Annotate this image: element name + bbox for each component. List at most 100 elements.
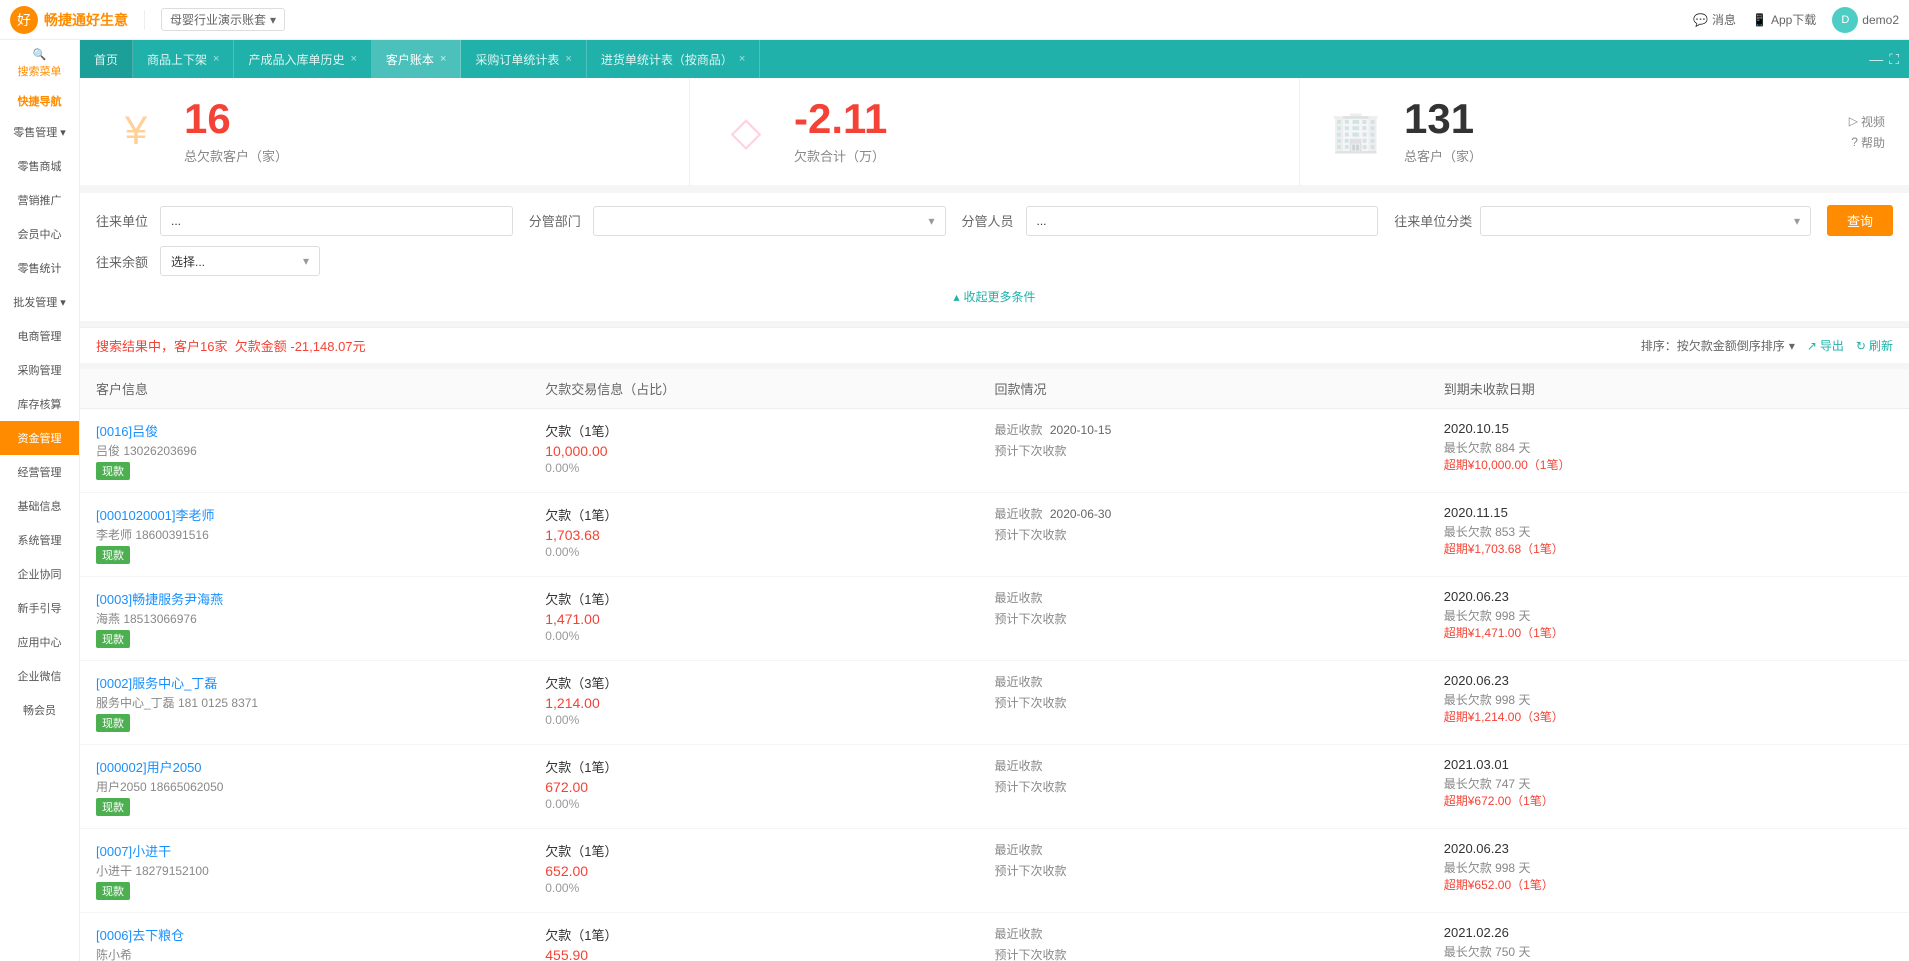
sidebar-item-marketing[interactable]: 营销推广 — [0, 183, 79, 217]
sidebar-item-sys-mgmt[interactable]: 系统管理 — [0, 523, 79, 557]
overdue-amount-5[interactable]: 超期¥672.00（1笔） — [1444, 792, 1893, 809]
debt-amount-5[interactable]: 672.00 — [545, 779, 994, 795]
next-payment-7: 预计下次收款 — [995, 946, 1444, 961]
sidebar-item-label: 营销推广 — [4, 192, 75, 208]
store-selector[interactable]: 母婴行业演示账套 ▾ — [161, 8, 285, 31]
export-button[interactable]: ↗ 导出 — [1807, 337, 1844, 354]
app-icon: 📱 — [1752, 13, 1767, 27]
refresh-icon: ↻ — [1856, 339, 1866, 353]
customer-code-7[interactable]: [0006] — [96, 928, 132, 943]
debt-ratio-1: 0.00% — [545, 461, 994, 475]
filter-input-manager[interactable]: ... — [1026, 206, 1379, 236]
customer-name-3[interactable]: 畅捷服务尹海燕 — [132, 592, 223, 607]
debt-amount-7[interactable]: 455.90 — [545, 947, 994, 961]
debt-amount-4[interactable]: 1,214.00 — [545, 695, 994, 711]
sidebar-item-retail-stats[interactable]: 零售统计 — [0, 251, 79, 285]
refresh-button[interactable]: ↻ 刷新 — [1856, 337, 1893, 354]
sidebar-item-newbie[interactable]: 新手引导 — [0, 591, 79, 625]
sidebar-item-enterprise-wx[interactable]: 企业微信 — [0, 659, 79, 693]
app-download-button[interactable]: 📱 App下载 — [1752, 11, 1816, 28]
customer-code-1[interactable]: [0016] — [96, 424, 132, 439]
cell-customer-5: [000002]用户2050 用户2050 18665062050 现款 — [96, 757, 545, 816]
close-icon[interactable]: × — [565, 53, 571, 65]
close-icon[interactable]: × — [350, 53, 356, 65]
overdue-amount-2[interactable]: 超期¥1,703.68（1笔） — [1444, 540, 1893, 557]
expand-icon[interactable]: ⛶ — [1889, 51, 1899, 68]
customer-name-1[interactable]: 吕俊 — [132, 424, 158, 439]
tab-purchase-order[interactable]: 采购订单统计表 × — [461, 40, 586, 78]
tab-product-history[interactable]: 产成品入库单历史 × — [234, 40, 371, 78]
sidebar-item-quick-nav[interactable]: 快捷导航 — [0, 87, 79, 115]
sidebar-item-retail-mgmt[interactable]: 零售管理 ▾ — [0, 115, 79, 149]
customer-code-3[interactable]: [0003] — [96, 592, 132, 607]
user-area[interactable]: D demo2 — [1832, 7, 1899, 33]
filter-item-manager: 分管人员 ... — [962, 206, 1379, 236]
debt-amount-6[interactable]: 652.00 — [545, 863, 994, 879]
sidebar-item-retail-mall[interactable]: 零售商城 — [0, 149, 79, 183]
close-icon[interactable]: × — [739, 53, 745, 65]
tab-instock-stats[interactable]: 进货单统计表（按商品） × — [587, 40, 760, 78]
sidebar-item-label: 会员中心 — [4, 226, 75, 242]
stat-card-debt-customers: ¥ 16 总欠款客户（家） — [80, 78, 690, 185]
overdue-amount-3[interactable]: 超期¥1,471.00（1笔） — [1444, 624, 1893, 641]
customer-name-5[interactable]: 用户2050 — [147, 760, 202, 775]
sidebar-item-biz-mgmt[interactable]: 经营管理 — [0, 455, 79, 489]
debt-amount-2[interactable]: 1,703.68 — [545, 527, 994, 543]
due-date-6: 2020.06.23 — [1444, 841, 1893, 856]
cell-due-7: 2021.02.26 最长欠款 750 天 超期¥455.90（1笔） — [1444, 925, 1893, 961]
sidebar-item-finance[interactable]: 资金管理 — [0, 421, 79, 455]
chevron-down-icon[interactable]: ▾ — [1789, 339, 1795, 353]
overdue-amount-4[interactable]: 超期¥1,214.00（3笔） — [1444, 708, 1893, 725]
query-button[interactable]: 查询 — [1827, 205, 1893, 236]
sidebar-item-label: 企业微信 — [4, 668, 75, 684]
video-button[interactable]: ▷ 视频 — [1849, 113, 1885, 130]
customer-code-5[interactable]: [000002] — [96, 760, 147, 775]
due-date-1: 2020.10.15 — [1444, 421, 1893, 436]
sidebar-item-purchase-mgmt[interactable]: 采购管理 — [0, 353, 79, 387]
debt-amount-3[interactable]: 1,471.00 — [545, 611, 994, 627]
sidebar-item-app-center[interactable]: 应用中心 — [0, 625, 79, 659]
refresh-label: 刷新 — [1869, 337, 1893, 354]
tab-product-online[interactable]: 商品上下架 × — [133, 40, 234, 78]
search-menu-button[interactable]: 🔍 搜索菜单 — [8, 48, 71, 79]
debt-amount-1[interactable]: 10,000.00 — [545, 443, 994, 459]
sidebar-item-inventory[interactable]: 库存核算 — [0, 387, 79, 421]
overdue-amount-1[interactable]: 超期¥10,000.00（1笔） — [1444, 456, 1893, 473]
logo-area: 好 畅捷通好生意 — [10, 6, 128, 34]
sidebar-item-ecom-mgmt[interactable]: 电商管理 — [0, 319, 79, 353]
data-table: 客户信息 欠款交易信息（占比） 回款情况 到期未收款日期 [0016]吕俊 吕俊… — [80, 369, 1909, 961]
help-button[interactable]: ? 帮助 — [1851, 134, 1885, 151]
filter-input-partner[interactable]: ... — [160, 206, 513, 236]
message-button[interactable]: 💬 消息 — [1693, 11, 1736, 28]
export-icon: ↗ — [1807, 339, 1817, 353]
close-icon[interactable]: × — [213, 53, 219, 65]
sidebar-item-vip-member[interactable]: 畅会员 — [0, 693, 79, 727]
filter-select-department[interactable]: ▾ — [593, 206, 946, 236]
tab-home[interactable]: 首页 — [80, 40, 133, 78]
customer-name-6[interactable]: 小进干 — [132, 844, 171, 859]
close-icon[interactable]: × — [440, 53, 446, 65]
overdue-days-3: 最长欠款 998 天 — [1444, 607, 1893, 624]
filter-select-category[interactable]: ▾ — [1480, 206, 1811, 236]
filter-select-balance[interactable]: 选择... ▾ — [160, 246, 320, 276]
collapse-filters-button[interactable]: ▴ 收起更多条件 — [953, 284, 1035, 309]
last-payment-label-6: 最近收款 — [995, 843, 1043, 857]
customer-code-4[interactable]: [0002] — [96, 676, 132, 691]
sidebar-item-batch-mgmt[interactable]: 批发管理 ▾ — [0, 285, 79, 319]
help-icon: ? — [1851, 135, 1858, 149]
debt-count-2: 欠款（1笔） — [545, 505, 994, 524]
tab-customer-account[interactable]: 客户账本 × — [372, 40, 461, 78]
sidebar-item-basic-info[interactable]: 基础信息 — [0, 489, 79, 523]
minimize-icon[interactable]: — — [1869, 51, 1883, 67]
overdue-days-2: 最长欠款 853 天 — [1444, 523, 1893, 540]
customer-name-2[interactable]: 李老师 — [176, 508, 215, 523]
customer-code-6[interactable]: [0007] — [96, 844, 132, 859]
header-customer-info: 客户信息 — [96, 379, 545, 398]
customer-code-2[interactable]: [0001020001] — [96, 508, 176, 523]
customer-tag-4: 现款 — [96, 714, 130, 732]
customer-name-7[interactable]: 去下粮仓 — [132, 928, 184, 943]
sidebar-item-member[interactable]: 会员中心 — [0, 217, 79, 251]
overdue-amount-6[interactable]: 超期¥652.00（1笔） — [1444, 876, 1893, 893]
sidebar-item-company-coop[interactable]: 企业协同 — [0, 557, 79, 591]
customer-name-4[interactable]: 服务中心_丁磊 — [132, 676, 217, 691]
